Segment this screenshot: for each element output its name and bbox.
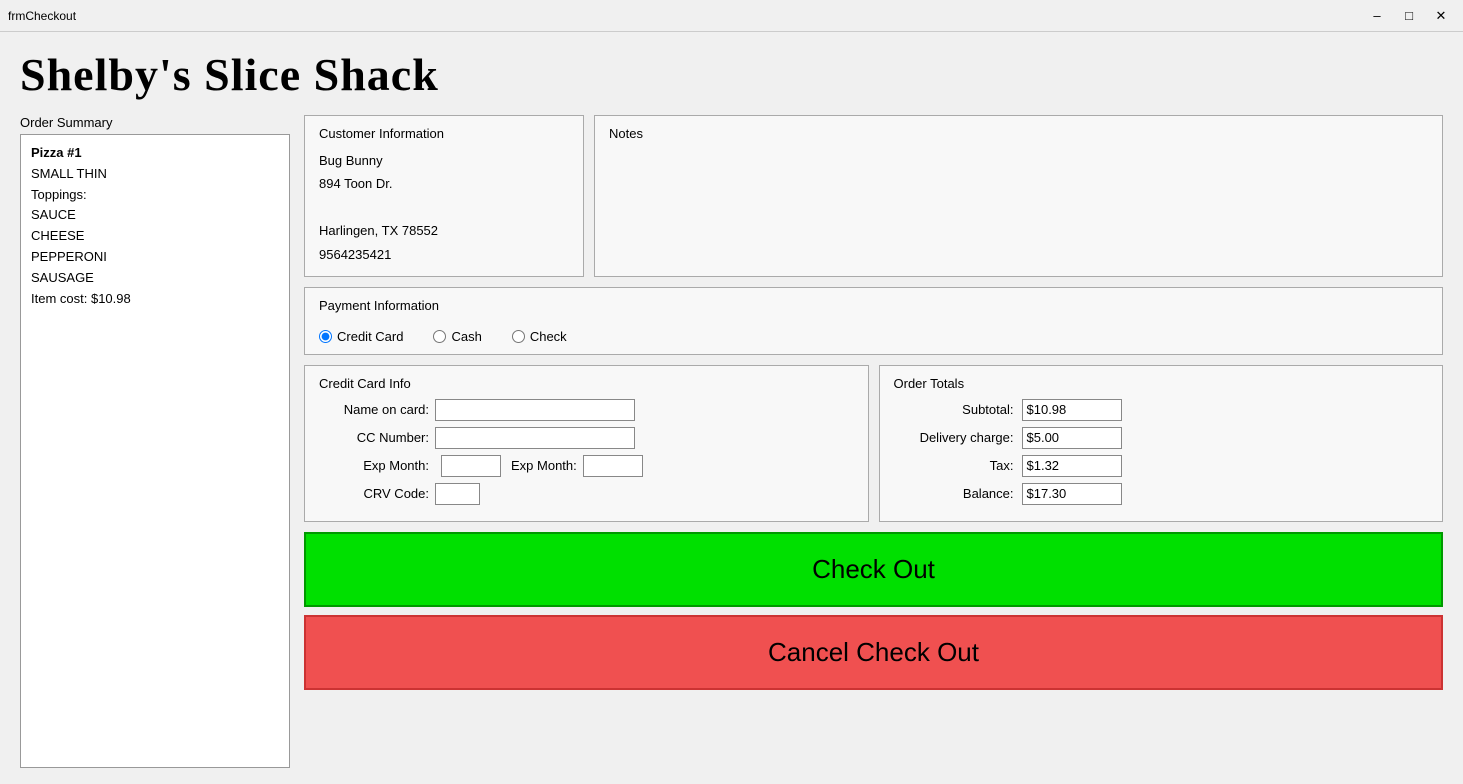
subtotal-label: Subtotal: [894,402,1014,417]
crv-row: CRV Code: [319,483,854,505]
exp-month2-label: Exp Month: [511,458,577,473]
cc-section-title: Credit Card Info [319,376,854,391]
delivery-value: $5.00 [1022,427,1122,449]
radio-credit-card-label: Credit Card [337,329,403,344]
titlebar-controls: – □ ✕ [1363,6,1455,26]
radio-cash-label: Cash [451,329,481,344]
cc-number-input[interactable] [435,427,635,449]
order-item-6: SAUSAGE [31,268,279,289]
balance-label: Balance: [894,486,1014,501]
order-item-0: Pizza #1 [31,143,279,164]
delivery-label: Delivery charge: [894,430,1014,445]
customer-name: Bug Bunny [319,149,569,172]
customer-section: Customer Information Bug Bunny 894 Toon … [304,115,584,277]
customer-info: Bug Bunny 894 Toon Dr. Harlingen, TX 785… [319,149,569,266]
order-summary-label: Order Summary [20,115,290,130]
payment-section-title: Payment Information [319,298,1428,313]
delivery-row: Delivery charge: $5.00 [894,427,1429,449]
order-summary-box: Pizza #1 SMALL THIN Toppings: SAUCE CHEE… [20,134,290,768]
order-item-4: CHEESE [31,226,279,247]
balance-value: $17.30 [1022,483,1122,505]
exp-month-label: Exp Month: [319,458,429,473]
radio-check-label: Check [530,329,567,344]
radio-credit-card[interactable]: Credit Card [319,329,403,344]
name-on-card-row: Name on card: [319,399,854,421]
notes-section: Notes [594,115,1443,277]
cc-number-label: CC Number: [319,430,429,445]
exp-month2-input[interactable] [583,455,643,477]
customer-phone: 9564235421 [319,243,569,266]
customer-address1: 894 Toon Dr. [319,172,569,195]
tax-row: Tax: $1.32 [894,455,1429,477]
content-area: Shelby's Slice Shack Order Summary Pizza… [0,32,1463,784]
cancel-button[interactable]: Cancel Check Out [304,615,1443,690]
totals-section-title: Order Totals [894,376,1429,391]
order-item-7: Item cost: $10.98 [31,289,279,310]
balance-row: Balance: $17.30 [894,483,1429,505]
exp-row: Exp Month: Exp Month: [319,455,854,477]
buttons-section: Check Out Cancel Check Out [304,532,1443,690]
name-on-card-input[interactable] [435,399,635,421]
close-button[interactable]: ✕ [1427,6,1455,26]
titlebar: frmCheckout – □ ✕ [0,0,1463,32]
left-panel: Order Summary Pizza #1 SMALL THIN Toppin… [20,115,290,768]
app-title: Shelby's Slice Shack [20,48,1443,101]
customer-section-title: Customer Information [319,126,569,141]
cc-section: Credit Card Info Name on card: CC Number… [304,365,869,522]
crv-input[interactable] [435,483,480,505]
order-item-2: Toppings: [31,185,279,206]
order-item-3: SAUCE [31,205,279,226]
subtotal-row: Subtotal: $10.98 [894,399,1429,421]
name-on-card-label: Name on card: [319,402,429,417]
subtotal-value: $10.98 [1022,399,1122,421]
payment-section: Payment Information Credit Card Cash [304,287,1443,355]
checkout-button[interactable]: Check Out [304,532,1443,607]
radio-cash[interactable]: Cash [433,329,481,344]
main-layout: Order Summary Pizza #1 SMALL THIN Toppin… [20,115,1443,768]
right-panel: Customer Information Bug Bunny 894 Toon … [304,115,1443,768]
customer-address2 [319,196,569,219]
main-window: frmCheckout – □ ✕ Shelby's Slice Shack O… [0,0,1463,784]
notes-section-title: Notes [609,126,1428,141]
exp-month-input[interactable] [441,455,501,477]
totals-section: Order Totals Subtotal: $10.98 Delivery c… [879,365,1444,522]
maximize-button[interactable]: □ [1395,6,1423,26]
radio-check[interactable]: Check [512,329,567,344]
top-row: Customer Information Bug Bunny 894 Toon … [304,115,1443,277]
payment-options: Credit Card Cash Check [319,329,1428,344]
tax-label: Tax: [894,458,1014,473]
details-row: Credit Card Info Name on card: CC Number… [304,365,1443,522]
window-title: frmCheckout [8,9,1363,23]
customer-city-state: Harlingen, TX 78552 [319,219,569,242]
order-item-1: SMALL THIN [31,164,279,185]
minimize-button[interactable]: – [1363,6,1391,26]
notes-textarea[interactable] [609,149,1428,239]
cc-number-row: CC Number: [319,427,854,449]
crv-label: CRV Code: [319,486,429,501]
order-item-5: PEPPERONI [31,247,279,268]
tax-value: $1.32 [1022,455,1122,477]
